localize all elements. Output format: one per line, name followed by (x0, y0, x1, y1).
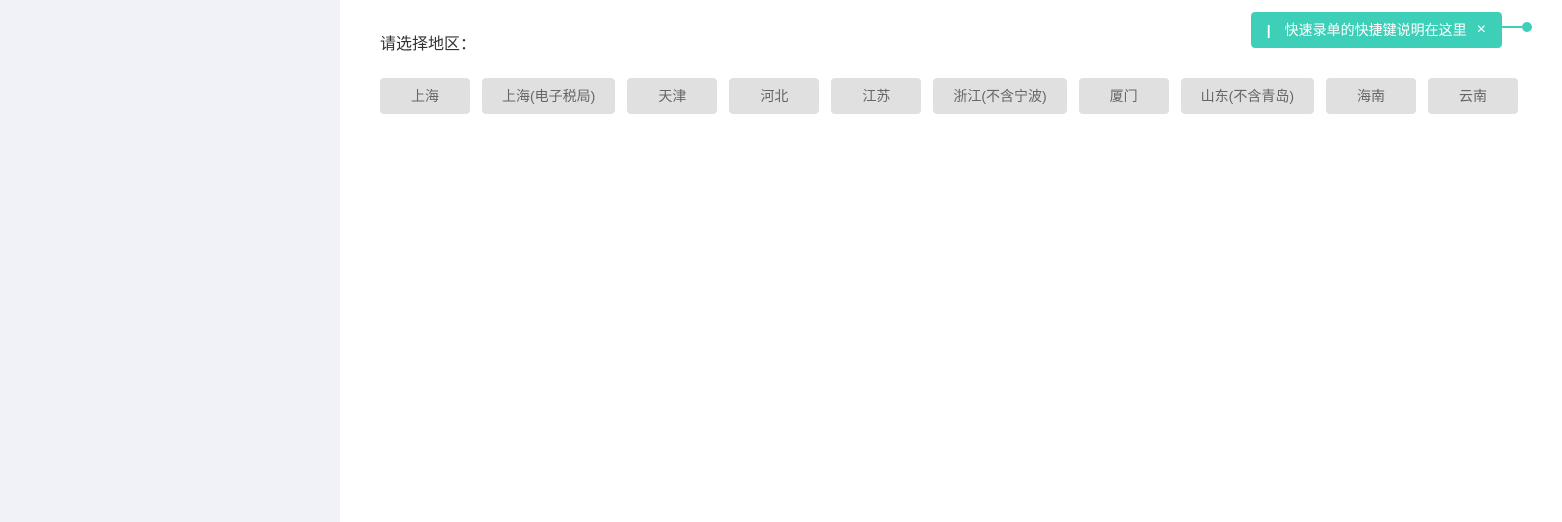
region-btn-shanghai[interactable]: 上海 (380, 78, 470, 114)
tooltip-bar: 快速录单的快捷键说明在这里 × (1251, 12, 1502, 48)
left-sidebar (0, 0, 340, 522)
region-buttons: 上海 上海(电子税局) 天津 河北 江苏 浙江(不含宁波) 厦门 山东(不含青岛… (380, 78, 1522, 114)
region-btn-hebei[interactable]: 河北 (729, 78, 819, 114)
region-btn-hainan[interactable]: 海南 (1326, 78, 1416, 114)
region-btn-shanghai-etax[interactable]: 上海(电子税局) (482, 78, 615, 114)
tooltip-line (1502, 26, 1522, 28)
region-btn-xiamen[interactable]: 厦门 (1079, 78, 1169, 114)
tooltip-dot (1522, 22, 1532, 32)
tooltip-text: 快速录单的快捷键说明在这里 (1285, 20, 1467, 40)
region-btn-jiangsu[interactable]: 江苏 (831, 78, 921, 114)
region-btn-yunnan[interactable]: 云南 (1428, 78, 1518, 114)
region-btn-tianjin[interactable]: 天津 (627, 78, 717, 114)
region-btn-zhejiang[interactable]: 浙江(不含宁波) (933, 78, 1066, 114)
region-btn-shandong[interactable]: 山东(不含青岛) (1181, 78, 1314, 114)
tooltip-close-button[interactable]: × (1477, 22, 1486, 38)
main-content: 请选择地区： 上海 上海(电子税局) 天津 河北 江苏 浙江(不含宁波) 厦门 … (340, 0, 1562, 522)
